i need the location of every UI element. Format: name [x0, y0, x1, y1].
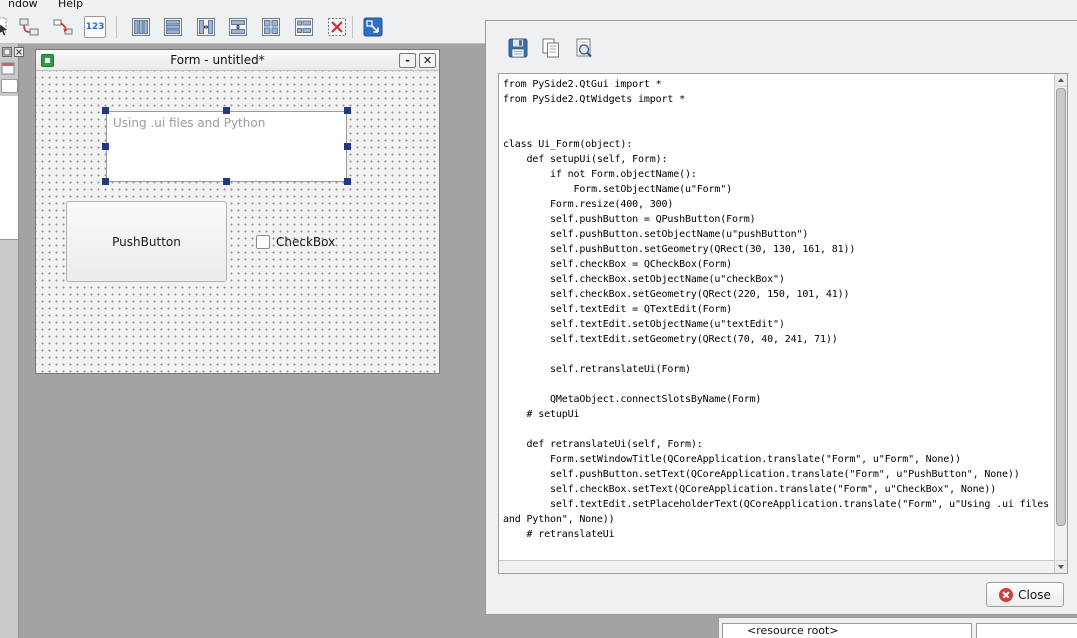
code-preview-dialog: from PySide2.QtGui import * from PySide2…: [485, 20, 1077, 615]
edit-tab-order-icon: 123: [84, 16, 106, 38]
save-icon: [507, 37, 529, 59]
edit-signals-slots-button[interactable]: [16, 14, 42, 40]
menu-window[interactable]: ndow: [8, 0, 38, 10]
selection-handle-bottom-left[interactable]: [102, 178, 109, 185]
form-editor-window: Form - untitled* - ✕ Using .ui files and…: [35, 49, 440, 374]
textedit-placeholder-text: Using .ui files and Python: [113, 116, 265, 130]
edit-buddies-icon: [52, 16, 74, 38]
code-box: from PySide2.QtGui import * from PySide2…: [498, 73, 1068, 574]
selection-handle-bottom-center[interactable]: [223, 178, 230, 185]
edit-widgets-icon: [0, 16, 12, 38]
layout-horizontal-splitter-icon: [195, 16, 217, 38]
checkbox-label: CheckBox: [276, 235, 335, 249]
layout-form-icon: [293, 16, 315, 38]
menu-help[interactable]: Help: [58, 0, 83, 10]
tab-order-label: 123: [86, 22, 105, 32]
layout-vertical-icon: [162, 16, 184, 38]
designed-pushbutton[interactable]: PushButton: [66, 201, 227, 282]
resource-browser-dock: <resource root>: [718, 617, 1077, 638]
scroll-up-arrow-icon[interactable]: [1055, 74, 1067, 87]
edit-signals-slots-icon: [18, 16, 40, 38]
widget-box-list[interactable]: [0, 96, 18, 240]
close-button-label: Close: [1018, 588, 1051, 602]
copy-button[interactable]: [539, 36, 563, 60]
layout-grid-icon: [260, 16, 282, 38]
checkbox-indicator[interactable]: [256, 235, 270, 249]
layout-form-button[interactable]: [291, 14, 317, 40]
form-window-titlebar[interactable]: Form - untitled* - ✕: [36, 50, 439, 71]
resource-root-label: <resource root>: [747, 624, 839, 637]
adjust-size-icon: [362, 16, 384, 38]
scrollbar-thumb[interactable]: [1056, 88, 1066, 526]
resource-root-item[interactable]: <resource root>: [722, 623, 972, 638]
edit-widgets-button[interactable]: [0, 14, 14, 40]
form-close-button[interactable]: ✕: [419, 53, 436, 68]
layout-grid-button[interactable]: [258, 14, 284, 40]
layout-vertical-button[interactable]: [160, 14, 186, 40]
form-canvas[interactable]: Using .ui files and Python PushButton Ch…: [36, 71, 439, 373]
scroll-down-arrow-icon[interactable]: [1055, 560, 1067, 573]
adjust-size-button[interactable]: [360, 14, 386, 40]
form-minimize-button[interactable]: -: [399, 53, 416, 68]
code-vertical-scrollbar[interactable]: [1054, 74, 1067, 573]
designed-checkbox[interactable]: CheckBox: [256, 221, 357, 262]
edit-tab-order-button[interactable]: 123: [82, 14, 108, 40]
code-text[interactable]: from PySide2.QtGui import * from PySide2…: [499, 74, 1054, 542]
selection-handle-top-left[interactable]: [102, 107, 109, 114]
edit-buddies-button[interactable]: [50, 14, 76, 40]
dock-close-icon: [15, 48, 23, 56]
find-button[interactable]: [572, 36, 596, 60]
layout-vertical-splitter-button[interactable]: [225, 14, 251, 40]
break-layout-button[interactable]: [324, 14, 350, 40]
menubar: ndow Help: [0, 0, 1077, 10]
dock-float-icon: [3, 48, 11, 56]
layout-horizontal-icon: [130, 16, 152, 38]
selection-handle-middle-right[interactable]: [344, 143, 351, 150]
close-x-icon: [999, 588, 1013, 602]
dock-close-button[interactable]: [14, 47, 24, 57]
selection-handle-top-center[interactable]: [223, 107, 230, 114]
widget-box-dock: [0, 44, 19, 638]
resource-preview-pane[interactable]: [976, 623, 1077, 638]
layout-vertical-splitter-icon: [227, 16, 249, 38]
copy-icon: [540, 37, 562, 59]
layout-horizontal-button[interactable]: [128, 14, 154, 40]
save-button[interactable]: [506, 36, 530, 60]
code-dialog-toolbar: [506, 36, 596, 62]
toolbar-separator: [116, 16, 117, 38]
code-horizontal-scrollbar[interactable]: [499, 560, 1054, 573]
pushbutton-label: PushButton: [112, 235, 181, 249]
close-button[interactable]: Close: [986, 582, 1064, 607]
selection-handle-middle-left[interactable]: [102, 143, 109, 150]
widget-category-icon: [1, 61, 16, 76]
layout-horizontal-splitter-button[interactable]: [193, 14, 219, 40]
toolbar-separator: [352, 16, 353, 38]
form-window-icon: [41, 54, 54, 67]
find-icon: [573, 37, 595, 59]
designed-textedit[interactable]: Using .ui files and Python: [106, 111, 347, 182]
widget-filter-input[interactable]: [1, 79, 18, 93]
selection-handle-top-right[interactable]: [344, 107, 351, 114]
code-view[interactable]: from PySide2.QtGui import * from PySide2…: [499, 74, 1054, 560]
dock-float-button[interactable]: [2, 47, 12, 57]
selection-handle-bottom-right[interactable]: [344, 178, 351, 185]
break-layout-icon: [326, 16, 348, 38]
form-window-title: Form - untitled*: [39, 53, 396, 67]
